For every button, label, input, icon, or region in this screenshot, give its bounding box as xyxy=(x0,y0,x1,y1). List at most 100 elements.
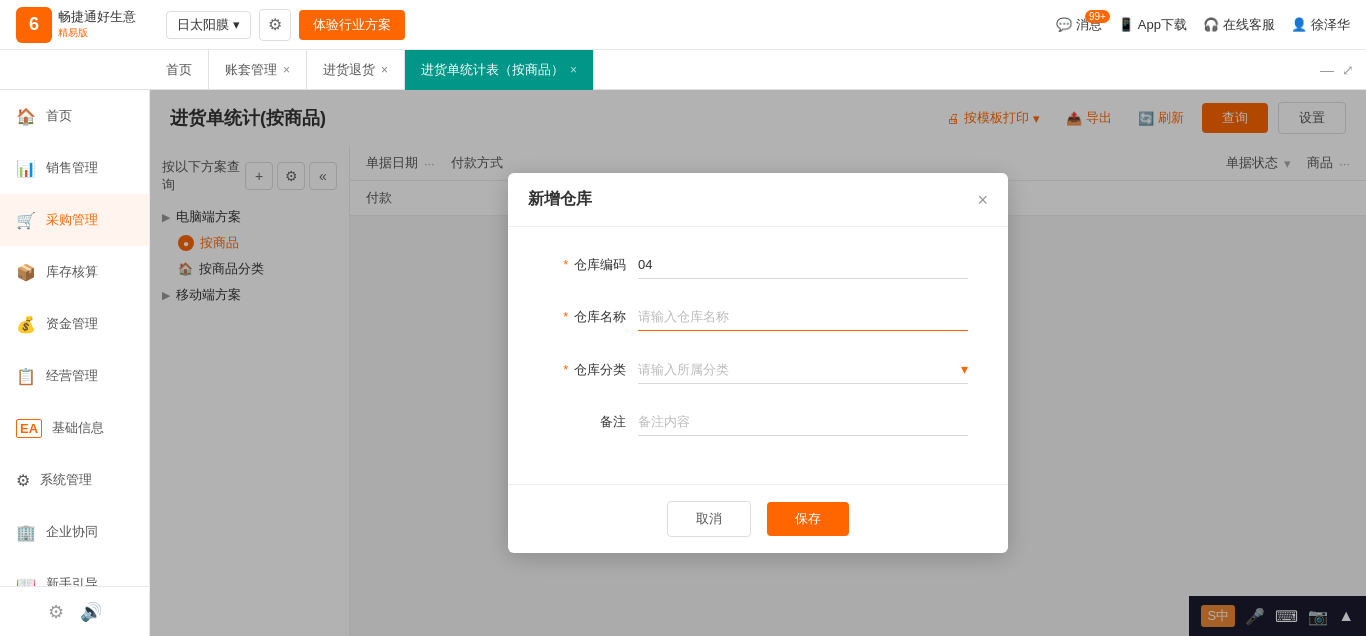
tab-purchase-stats-close-icon[interactable]: × xyxy=(570,63,577,77)
code-input[interactable] xyxy=(638,251,968,279)
sidebar-item-purchase[interactable]: 🛒 采购管理 xyxy=(0,194,149,246)
code-required-mark: * xyxy=(563,257,568,272)
settings-button[interactable]: ⚙ xyxy=(259,9,291,41)
sidebar-item-enterprise[interactable]: 🏢 企业协同 xyxy=(0,506,149,558)
tab-bar: 首页 账套管理 × 进货退货 × 进货单统计表（按商品） × — ⤢ xyxy=(0,50,1366,90)
purchase-icon: 🛒 xyxy=(16,211,36,230)
category-select[interactable]: ▾ xyxy=(638,355,968,384)
modal-title: 新增仓库 xyxy=(528,189,592,210)
logo-area: 6 畅捷通好生意 精易版 xyxy=(16,7,166,43)
name-input[interactable] xyxy=(638,303,968,331)
tab-purchase-stats[interactable]: 进货单统计表（按商品） × xyxy=(405,50,594,90)
sidebar-label-finance: 资金管理 xyxy=(46,315,98,333)
sidebar-label-system: 系统管理 xyxy=(40,471,92,489)
headphone-icon: 🎧 xyxy=(1203,17,1219,32)
tab-account-close-icon[interactable]: × xyxy=(283,63,290,77)
gear-icon: ⚙ xyxy=(268,15,282,34)
inventory-icon: 📦 xyxy=(16,263,36,282)
sidebar-label-basic-info: 基础信息 xyxy=(52,419,104,437)
trial-button[interactable]: 体验行业方案 xyxy=(299,10,405,40)
tab-purchase-stats-label: 进货单统计表（按商品） xyxy=(421,61,564,79)
sidebar-settings-icon[interactable]: ⚙ xyxy=(48,601,64,623)
sidebar-item-inventory[interactable]: 📦 库存核算 xyxy=(0,246,149,298)
category-label: * 仓库分类 xyxy=(548,361,638,379)
operations-icon: 📋 xyxy=(16,367,36,386)
search-area: 日太阳膜 ▾ ⚙ 体验行业方案 xyxy=(166,9,446,41)
main-layout: 🏠 首页 📊 销售管理 🛒 采购管理 📦 库存核算 💰 资金管理 📋 经 xyxy=(0,90,1366,636)
sidebar-item-home[interactable]: 🏠 首页 xyxy=(0,90,149,142)
guide-icon: 📖 xyxy=(16,575,36,587)
name-label: * 仓库名称 xyxy=(548,308,638,326)
header-right: 💬 消息 99+ 📱 App下载 🎧 在线客服 👤 徐泽华 xyxy=(1056,16,1350,34)
search-arrow-icon: ▾ xyxy=(233,17,240,32)
sales-icon: 📊 xyxy=(16,159,36,178)
tab-home-label: 首页 xyxy=(166,61,192,79)
message-item[interactable]: 💬 消息 99+ xyxy=(1056,16,1102,34)
category-dropdown-icon[interactable]: ▾ xyxy=(961,361,968,377)
app-download-item[interactable]: 📱 App下载 xyxy=(1118,16,1187,34)
service-label: 在线客服 xyxy=(1223,16,1275,34)
category-form-row: * 仓库分类 ▾ xyxy=(548,355,968,384)
modal-overlay[interactable]: 新增仓库 × * 仓库编码 * xyxy=(150,90,1366,636)
search-text: 日太阳膜 xyxy=(177,16,229,34)
name-required-mark: * xyxy=(563,309,568,324)
tab-account-label: 账套管理 xyxy=(225,61,277,79)
note-form-row: 备注 xyxy=(548,408,968,436)
sidebar-item-operations[interactable]: 📋 经营管理 xyxy=(0,350,149,402)
modal-header: 新增仓库 × xyxy=(508,173,1008,227)
modal-body: * 仓库编码 * 仓库名称 xyxy=(508,227,1008,484)
tab-purchase-return-close-icon[interactable]: × xyxy=(381,63,388,77)
user-icon: 👤 xyxy=(1291,17,1307,32)
home-icon: 🏠 xyxy=(16,107,36,126)
sidebar-item-basic-info[interactable]: EA 基础信息 xyxy=(0,402,149,454)
sidebar-label-inventory: 库存核算 xyxy=(46,263,98,281)
note-label: 备注 xyxy=(548,413,638,431)
tab-home[interactable]: 首页 xyxy=(150,50,209,90)
name-form-row: * 仓库名称 xyxy=(548,303,968,331)
modal-close-button[interactable]: × xyxy=(977,191,988,209)
top-header: 6 畅捷通好生意 精易版 日太阳膜 ▾ ⚙ 体验行业方案 💬 消息 99+ 📱 … xyxy=(0,0,1366,50)
sidebar-label-purchase: 采购管理 xyxy=(46,211,98,229)
service-item[interactable]: 🎧 在线客服 xyxy=(1203,16,1275,34)
tab-expand-icon[interactable]: ⤢ xyxy=(1342,62,1354,78)
enterprise-icon: 🏢 xyxy=(16,523,36,542)
cancel-button[interactable]: 取消 xyxy=(667,501,751,537)
sidebar-scroll: 🏠 首页 📊 销售管理 🛒 采购管理 📦 库存核算 💰 资金管理 📋 经 xyxy=(0,90,149,586)
sidebar-item-sales[interactable]: 📊 销售管理 xyxy=(0,142,149,194)
sidebar-item-finance[interactable]: 💰 资金管理 xyxy=(0,298,149,350)
sidebar-label-operations: 经营管理 xyxy=(46,367,98,385)
save-button[interactable]: 保存 xyxy=(767,502,849,536)
sidebar-item-system[interactable]: ⚙ 系统管理 xyxy=(0,454,149,506)
user-item[interactable]: 👤 徐泽华 xyxy=(1291,16,1350,34)
sidebar-label-home: 首页 xyxy=(46,107,72,125)
user-name: 徐泽华 xyxy=(1311,16,1350,34)
logo-line1: 畅捷通好生意 xyxy=(58,9,136,26)
sidebar-label-enterprise: 企业协同 xyxy=(46,523,98,541)
system-icon: ⚙ xyxy=(16,471,30,490)
sidebar: 🏠 首页 📊 销售管理 🛒 采购管理 📦 库存核算 💰 资金管理 📋 经 xyxy=(0,90,150,636)
modal-footer: 取消 保存 xyxy=(508,484,1008,553)
finance-icon: 💰 xyxy=(16,315,36,334)
tab-purchase-return[interactable]: 进货退货 × xyxy=(307,50,405,90)
tab-account[interactable]: 账套管理 × xyxy=(209,50,307,90)
sidebar-sound-icon[interactable]: 🔊 xyxy=(80,601,102,623)
sidebar-label-sales: 销售管理 xyxy=(46,159,98,177)
search-dropdown[interactable]: 日太阳膜 ▾ xyxy=(166,11,251,39)
code-form-row: * 仓库编码 xyxy=(548,251,968,279)
basic-info-icon: EA xyxy=(16,419,42,438)
app-label: App下载 xyxy=(1138,16,1187,34)
sidebar-bottom: ⚙ 🔊 xyxy=(0,586,149,636)
app-icon: 📱 xyxy=(1118,17,1134,32)
category-required-mark: * xyxy=(563,362,568,377)
logo-line2: 精易版 xyxy=(58,26,136,40)
modal-dialog: 新增仓库 × * 仓库编码 * xyxy=(508,173,1008,553)
message-icon: 💬 xyxy=(1056,17,1072,32)
code-label: * 仓库编码 xyxy=(548,256,638,274)
tab-minimize-icon[interactable]: — xyxy=(1320,62,1334,78)
sidebar-item-guide[interactable]: 📖 新手引导 xyxy=(0,558,149,586)
sidebar-label-guide: 新手引导 xyxy=(46,575,98,586)
message-badge: 99+ xyxy=(1085,10,1110,23)
category-input[interactable] xyxy=(638,362,961,377)
note-input[interactable] xyxy=(638,408,968,436)
tab-purchase-return-label: 进货退货 xyxy=(323,61,375,79)
